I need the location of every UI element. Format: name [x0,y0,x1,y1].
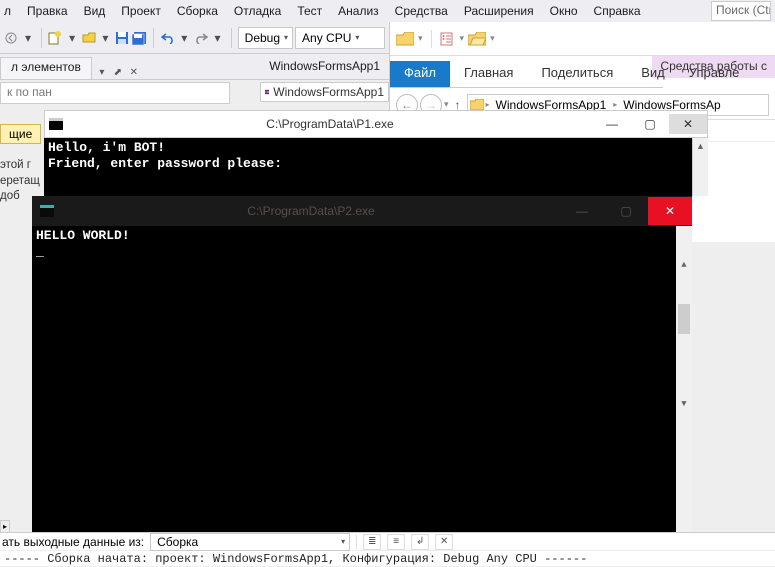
folder-icon[interactable] [396,32,414,46]
wrap-icon[interactable]: ↲ [411,534,429,550]
menu-view[interactable]: Вид [76,2,114,20]
console1-title: C:\ProgramData\P1.exe [67,117,593,131]
maximize-button[interactable]: ▢ [631,114,669,134]
save-icon[interactable] [115,29,130,47]
chevron-down-icon[interactable]: ▾ [210,29,225,47]
properties-icon[interactable] [440,31,456,47]
menu-extensions[interactable]: Расширения [456,2,542,20]
close-button[interactable]: ✕ [648,197,692,225]
ribbon-tab-share[interactable]: Поделиться [527,61,627,87]
console-icon [32,205,62,217]
clear-icon[interactable]: ≣ [363,534,381,550]
chevron-down-icon[interactable]: ▾ [98,29,113,47]
platform-combo[interactable]: Any CPU▾ [295,27,385,49]
menu-help[interactable]: Справка [586,2,649,20]
scroll-thumb[interactable] [678,304,690,334]
ribbon-tab-home[interactable]: Главная [450,61,527,87]
close-icon[interactable]: ✕ [127,65,141,79]
redo-icon[interactable] [194,29,209,47]
maximize-button[interactable]: ▢ [604,197,648,225]
chevron-down-icon[interactable]: ▾ [490,33,495,44]
chevron-down-icon[interactable]: ▾ [418,33,423,44]
menu-build[interactable]: Сборка [169,2,226,20]
pin-icon[interactable]: ⬈ [111,65,125,79]
output-source-combo[interactable]: Сборка▾ [150,533,350,551]
scroll-up-icon[interactable]: ▲ [676,257,692,273]
console2-window: C:\ProgramData\P2.exe — ▢ ✕ HELLO WORLD!… [32,196,692,532]
vs-menu-bar: л Правка Вид Проект Сборка Отладка Тест … [0,0,775,22]
save-all-icon[interactable] [131,29,147,47]
minimize-button[interactable]: — [560,197,604,225]
folder-icon [470,99,484,111]
scroll-up-icon[interactable]: ▲ [693,138,708,154]
close-button[interactable]: ✕ [669,114,707,134]
ribbon-tab-file[interactable]: Файл [390,61,450,87]
chevron-down-icon[interactable]: ▾ [177,29,192,47]
output-text: ----- Сборка начата: проект: WindowsForm… [0,551,775,567]
output-panel: ать выходные данные из: Сборка▾ ≣ ≡ ↲ ✕ … [0,532,775,566]
ribbon-tab-manage[interactable]: Управле [679,61,750,87]
svg-text:C#: C# [265,90,269,94]
config-combo[interactable]: Debug▾ [238,27,293,49]
menu-project[interactable]: Проект [113,2,169,20]
menu-window[interactable]: Окно [542,2,586,20]
chevron-down-icon[interactable]: ▾ [21,29,36,47]
csharp-icon: C# [265,86,269,98]
console2-title: C:\ProgramData\P2.exe [62,204,560,218]
output-source-label: ать выходные данные из: [2,535,144,549]
toolbox-tab-general[interactable]: щие [0,124,41,144]
ribbon-tab-view[interactable]: Вид [627,61,679,87]
menu-edit[interactable]: Правка [19,2,76,20]
dropdown-icon[interactable]: ▾ [95,65,109,79]
vs-toolbar: ▾ ▾ ▾ ▾ ▾ Debug▾ Any CPU▾ [0,22,389,54]
toolbox-search[interactable]: к по пан [0,82,230,104]
ribbon-tabs: Файл Главная Поделиться Вид Управле [390,58,663,88]
new-item-icon[interactable] [48,29,63,47]
undo-icon[interactable] [160,29,175,47]
vs-doc-tabs: л элементов ▾ ⬈ ✕ WindowsFormsApp1 [0,54,389,80]
recent-dropdown-icon[interactable]: ▾ [444,99,449,110]
open-icon[interactable] [81,29,96,47]
toggle-icon[interactable]: ≡ [387,534,405,550]
menu-tools[interactable]: Средства [387,2,456,20]
menu-analyze[interactable]: Анализ [330,2,387,20]
chevron-down-icon[interactable]: ▾ [460,33,465,44]
open-folder-icon[interactable] [468,32,486,46]
menu-item[interactable]: л [4,2,19,20]
toolbox-panel-title[interactable]: л элементов [0,57,92,79]
minimize-button[interactable]: — [593,114,631,134]
console1-titlebar[interactable]: C:\ProgramData\P1.exe — ▢ ✕ [44,110,708,138]
console2-titlebar[interactable]: C:\ProgramData\P2.exe — ▢ ✕ [32,196,692,226]
console1-scrollbar[interactable]: ▲ [692,138,708,196]
nav-back-icon[interactable] [4,29,19,47]
clear-all-icon[interactable]: ✕ [435,534,453,550]
panel-toggle-icon[interactable]: ▸ [0,520,10,532]
console2-output: HELLO WORLD! _ ▲ ▼ [32,226,692,532]
menu-debug[interactable]: Отладка [226,2,289,20]
menu-test[interactable]: Тест [289,2,330,20]
console2-scrollbar[interactable]: ▲ ▼ [676,226,692,532]
scroll-down-icon[interactable]: ▼ [676,397,692,413]
explorer-qat: ▾ ▾ ▾ [390,22,775,56]
chevron-down-icon[interactable]: ▾ [65,29,80,47]
doc-tab[interactable]: WindowsFormsApp1 [259,57,390,79]
search-input[interactable]: Поиск (Ctrl+Q [711,1,771,21]
console-icon [45,118,67,130]
console1-output: Hello, i'm BOT! Friend, enter password p… [44,138,692,196]
doc-sub-bar[interactable]: C# WindowsFormsApp1 [260,82,389,102]
